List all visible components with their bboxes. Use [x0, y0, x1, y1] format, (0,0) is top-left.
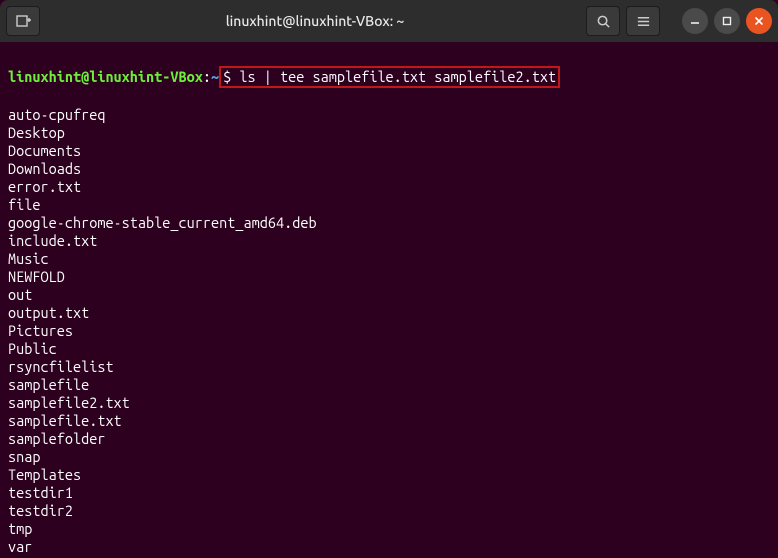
- new-tab-button[interactable]: [6, 6, 40, 36]
- hamburger-icon: [636, 14, 651, 29]
- output-line: testdir1: [8, 484, 770, 502]
- maximize-icon: [722, 16, 732, 26]
- output-line: Templates: [8, 466, 770, 484]
- output-line: Public: [8, 340, 770, 358]
- window-title: linuxhint@linuxhint-VBox: ~: [44, 12, 586, 30]
- titlebar: linuxhint@linuxhint-VBox: ~: [0, 0, 778, 42]
- output-line: Music: [8, 250, 770, 268]
- command-line: linuxhint@linuxhint-VBox:~$ ls | tee sam…: [8, 66, 770, 88]
- highlighted-command: $ ls | tee samplefile.txt samplefile2.tx…: [219, 66, 560, 88]
- output-line: auto-cpufreq: [8, 106, 770, 124]
- output-container: auto-cpufreqDesktopDocumentsDownloadserr…: [8, 106, 770, 558]
- output-line: Desktop: [8, 124, 770, 142]
- menu-button[interactable]: [626, 6, 660, 36]
- terminal-window: linuxhint@linuxhint-VBox: ~: [0, 0, 778, 558]
- output-line: samplefile2.txt: [8, 394, 770, 412]
- command-rest: tee samplefile.txt samplefile2.txt: [280, 68, 556, 85]
- output-line: var: [8, 538, 770, 556]
- titlebar-left: [6, 6, 44, 36]
- terminal-body[interactable]: linuxhint@linuxhint-VBox:~$ ls | tee sam…: [0, 42, 778, 558]
- output-line: samplefolder: [8, 430, 770, 448]
- output-line: file: [8, 196, 770, 214]
- output-line: NEWFOLD: [8, 268, 770, 286]
- output-line: Pictures: [8, 322, 770, 340]
- new-tab-icon: [15, 13, 31, 29]
- minimize-icon: [690, 16, 700, 26]
- prompt-path: ~: [211, 68, 219, 85]
- minimize-button[interactable]: [682, 8, 708, 34]
- prompt-user-host: linuxhint@linuxhint-VBox: [8, 68, 203, 85]
- search-button[interactable]: [586, 6, 620, 36]
- output-line: Downloads: [8, 160, 770, 178]
- close-button[interactable]: [746, 8, 772, 34]
- command-prefix: ls |: [231, 68, 280, 85]
- close-icon: [754, 16, 764, 26]
- maximize-button[interactable]: [714, 8, 740, 34]
- output-line: error.txt: [8, 178, 770, 196]
- prompt-separator: :: [203, 68, 211, 85]
- output-line: tmp: [8, 520, 770, 538]
- output-line: out: [8, 286, 770, 304]
- output-line: include.txt: [8, 232, 770, 250]
- output-line: google-chrome-stable_current_amd64.deb: [8, 214, 770, 232]
- titlebar-right: [586, 6, 772, 36]
- output-line: samplefile: [8, 376, 770, 394]
- output-line: samplefile.txt: [8, 412, 770, 430]
- output-line: snap: [8, 448, 770, 466]
- search-icon: [596, 14, 611, 29]
- output-line: rsyncfilelist: [8, 358, 770, 376]
- output-line: output.txt: [8, 304, 770, 322]
- output-line: testdir2: [8, 502, 770, 520]
- output-line: Documents: [8, 142, 770, 160]
